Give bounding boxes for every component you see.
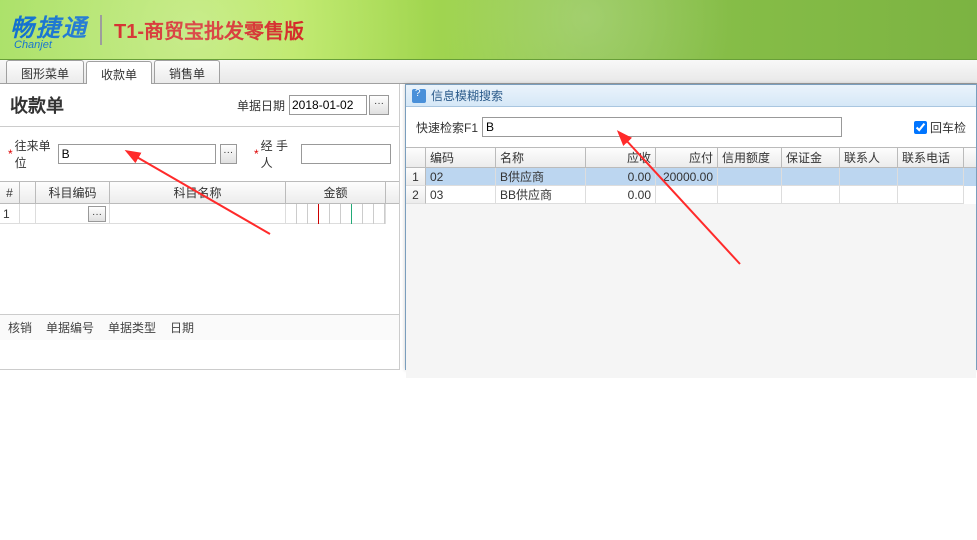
document-tabs: 图形菜单 收款单 销售单: [0, 60, 977, 84]
row-code-cell[interactable]: ···: [36, 204, 110, 224]
row-amount-cell[interactable]: [286, 204, 386, 224]
result-row-code: 03: [426, 186, 496, 204]
subject-grid-body: 1 ···: [0, 204, 399, 314]
field-row-unit: * 往来单位 ··· * 经 手 人: [0, 127, 399, 181]
popup-title-text: 信息模糊搜索: [431, 87, 503, 104]
result-row-contact: [840, 168, 898, 186]
search-label: 快速检索F1: [416, 119, 478, 136]
result-col-name[interactable]: 名称: [496, 148, 586, 167]
col-header-num[interactable]: #: [0, 182, 20, 203]
form-header-row: 收款单 单据日期 ···: [0, 84, 399, 126]
result-grid: 编码 名称 应收 应付 信用额度 保证金 联系人 联系电话 1 02 B供应商 …: [406, 147, 976, 378]
result-row-deposit: [782, 186, 840, 204]
summary-docno: 单据编号: [46, 319, 94, 336]
app-banner: 畅捷通 Chanjet T1-商贸宝批发零售版: [0, 0, 977, 60]
result-grid-body: 1 02 B供应商 0.00 20000.00 2 03 BB供应商 0.00: [406, 168, 976, 378]
result-row-ap: [656, 186, 718, 204]
doc-date-label: 单据日期: [237, 97, 285, 114]
col-header-code[interactable]: 科目编码: [36, 182, 110, 203]
logo-en: Chanjet: [14, 39, 88, 51]
row-index: 1: [0, 204, 20, 224]
result-row-ap: 20000.00: [656, 168, 718, 186]
tab-graphic-menu[interactable]: 图形菜单: [6, 60, 84, 83]
summary-doctype: 单据类型: [108, 319, 156, 336]
result-col-credit[interactable]: 信用额度: [718, 148, 782, 167]
info-icon: [412, 89, 426, 103]
handler-input[interactable]: [301, 144, 391, 164]
subject-grid: # 科目编码 科目名称 金额 1 ···: [0, 181, 399, 340]
app-title-rest: -商贸宝批发零售版: [137, 21, 304, 43]
result-row-credit: [718, 186, 782, 204]
subject-grid-header: # 科目编码 科目名称 金额: [0, 182, 399, 204]
row-name-cell[interactable]: [110, 204, 286, 224]
result-row-idx: 2: [406, 186, 426, 204]
result-row[interactable]: 2 03 BB供应商 0.00: [406, 186, 976, 204]
result-col-phone[interactable]: 联系电话: [898, 148, 964, 167]
subject-grid-row[interactable]: 1 ···: [0, 204, 399, 224]
result-row-ar: 0.00: [586, 168, 656, 186]
row-blank: [20, 204, 36, 224]
result-row-deposit: [782, 168, 840, 186]
result-row-code: 02: [426, 168, 496, 186]
result-row-name: BB供应商: [496, 186, 586, 204]
handler-label: 经 手 人: [261, 137, 297, 171]
search-input[interactable]: [482, 117, 842, 137]
col-header-blank: [20, 182, 36, 203]
col-header-name[interactable]: 科目名称: [110, 182, 286, 203]
enter-search-checkbox[interactable]: [914, 121, 927, 134]
summary-date: 日期: [170, 319, 194, 336]
result-col-ar[interactable]: 应收: [586, 148, 656, 167]
enter-search-label: 回车检: [930, 119, 966, 136]
receipt-form-panel: 收款单 单据日期 ··· * 往来单位 ··· * 经 手 人 # 科目编码 科…: [0, 84, 400, 370]
result-row-ar: 0.00: [586, 186, 656, 204]
popup-titlebar[interactable]: 信息模糊搜索: [406, 85, 976, 107]
banner-divider: [100, 15, 102, 45]
unit-label: 往来单位: [15, 137, 56, 171]
app-title-prefix: T1: [114, 21, 137, 43]
amount-ruled-icon: [286, 204, 385, 224]
tab-sales[interactable]: 销售单: [154, 60, 220, 83]
tab-receipt[interactable]: 收款单: [86, 61, 152, 84]
content-area: 收款单 单据日期 ··· * 往来单位 ··· * 经 手 人 # 科目编码 科…: [0, 84, 977, 540]
result-row-name: B供应商: [496, 168, 586, 186]
result-col-code[interactable]: 编码: [426, 148, 496, 167]
col-header-amount[interactable]: 金额: [286, 182, 386, 203]
result-col-deposit[interactable]: 保证金: [782, 148, 840, 167]
result-row-phone: [898, 168, 964, 186]
unit-lookup-button[interactable]: ···: [220, 144, 237, 164]
doc-date-input[interactable]: [289, 95, 367, 115]
summary-writeoff: 核销: [8, 319, 32, 336]
result-col-idx: [406, 148, 426, 167]
form-title: 收款单: [10, 92, 237, 118]
logo: 畅捷通 Chanjet: [10, 8, 88, 51]
unit-input[interactable]: [58, 144, 216, 164]
result-col-contact[interactable]: 联系人: [840, 148, 898, 167]
result-row-phone: [898, 186, 964, 204]
result-row-contact: [840, 186, 898, 204]
result-col-ap[interactable]: 应付: [656, 148, 718, 167]
search-row: 快速检索F1 回车检: [406, 107, 976, 147]
result-row[interactable]: 1 02 B供应商 0.00 20000.00: [406, 168, 976, 186]
required-asterisk: *: [254, 147, 259, 161]
fuzzy-search-popup: 信息模糊搜索 快速检索F1 回车检 编码 名称 应收 应付 信用额度 保证金 联…: [405, 84, 977, 370]
app-title: T1-商贸宝批发零售版: [114, 15, 304, 44]
result-row-credit: [718, 168, 782, 186]
doc-date-picker-button[interactable]: ···: [369, 95, 389, 115]
required-asterisk: *: [8, 147, 13, 161]
enter-search-checkbox-wrap[interactable]: 回车检: [914, 119, 966, 136]
logo-cn: 畅捷通: [10, 8, 88, 43]
row-code-lookup-button[interactable]: ···: [88, 206, 106, 222]
result-row-idx: 1: [406, 168, 426, 186]
result-grid-header: 编码 名称 应收 应付 信用额度 保证金 联系人 联系电话: [406, 148, 976, 168]
summary-row: 核销 单据编号 单据类型 日期: [0, 314, 399, 340]
